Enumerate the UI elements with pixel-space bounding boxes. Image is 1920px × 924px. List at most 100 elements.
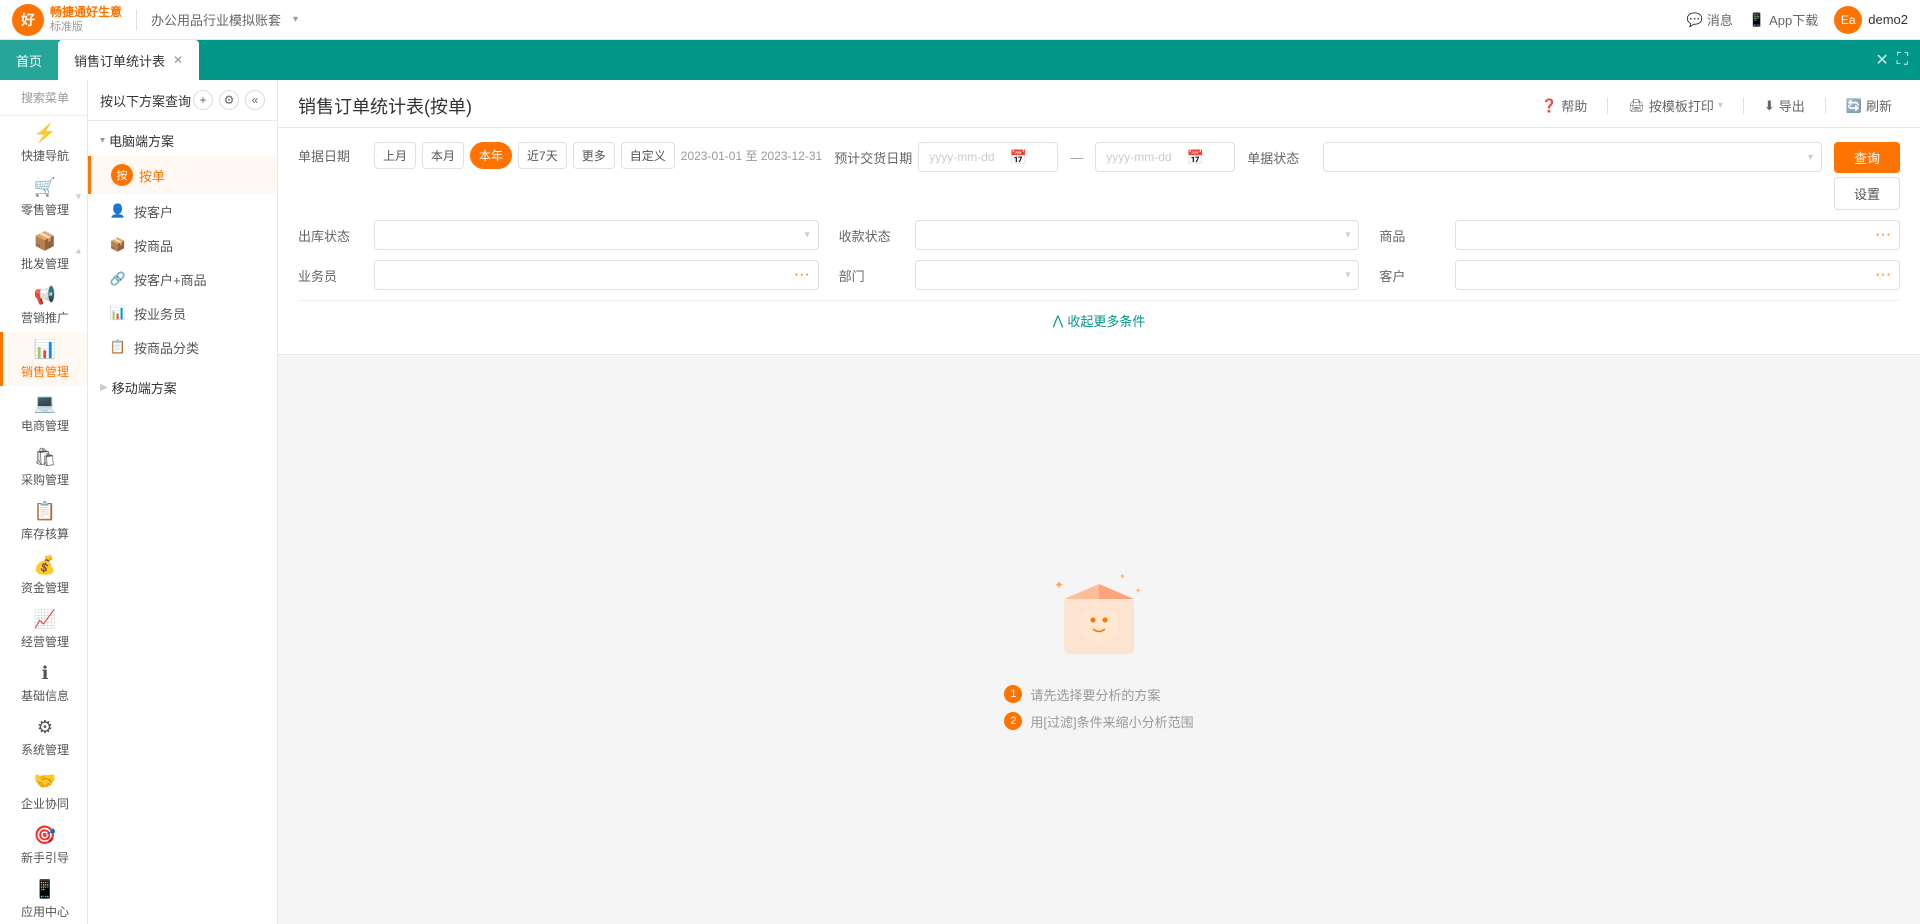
scheme-active-dot: 按 bbox=[111, 164, 133, 186]
customer-input[interactable]: ··· bbox=[1455, 260, 1900, 290]
date-btn-this-month[interactable]: 本月 bbox=[422, 142, 464, 169]
main-layout: 搜索菜单 ⚡ 快捷导航 🛒 零售管理 ▾ 📦 批发管理 ▴ 📢 营销推广 📊 销… bbox=[0, 80, 1920, 924]
customer-label: 客户 bbox=[1379, 266, 1449, 285]
empty-tip-1: 1 请先选择要分析的方案 bbox=[1004, 685, 1193, 704]
sidebar-item-operations[interactable]: 📈 经营管理 bbox=[0, 602, 87, 656]
newbie-icon: 🎯 bbox=[34, 825, 56, 846]
sidebar-item-wholesale[interactable]: 📦 批发管理 ▴ bbox=[0, 224, 87, 278]
scheme-item-by-customer-icon: 👤 bbox=[108, 201, 128, 221]
query-button[interactable]: 查询 bbox=[1834, 142, 1900, 173]
empty-svg-icon: ✦ ✦ ✦ bbox=[1039, 549, 1159, 669]
ship-status-label: 出库状态 bbox=[298, 226, 368, 245]
sidebar-sales-label: 销售管理 bbox=[21, 363, 69, 380]
scheme-item-by-salesperson[interactable]: 📊 按业务员 bbox=[88, 296, 277, 330]
salesperson-label: 业务员 bbox=[298, 266, 368, 285]
expected-date-start-placeholder: yyyy-mm-dd bbox=[929, 150, 1010, 164]
date-btn-custom[interactable]: 自定义 bbox=[621, 142, 675, 169]
brand-subtitle: 标准版 bbox=[50, 20, 122, 34]
wholesale-arrow-icon: ▴ bbox=[76, 246, 81, 257]
tab-home-label: 首页 bbox=[16, 51, 42, 70]
sidebar-item-appstore[interactable]: 📱 应用中心 bbox=[0, 872, 87, 924]
expected-date-start-input[interactable]: yyyy-mm-dd 📅 bbox=[918, 142, 1058, 172]
expected-date-end-input[interactable]: yyyy-mm-dd 📅 bbox=[1095, 142, 1235, 172]
product-dots-icon: ··· bbox=[1875, 226, 1891, 244]
scheme-add-button[interactable]: + bbox=[193, 90, 213, 110]
date-btn-7days[interactable]: 近7天 bbox=[518, 142, 567, 169]
scheme-item-by-order[interactable]: 按 按单 bbox=[88, 156, 277, 194]
template-print-button[interactable]: 🖨 按模板打印 ▾ bbox=[1620, 92, 1731, 119]
nav-sidebar: 搜索菜单 ⚡ 快捷导航 🛒 零售管理 ▾ 📦 批发管理 ▴ 📢 营销推广 📊 销… bbox=[0, 80, 88, 924]
top-bar-left: 好 畅捷通好生意 标准版 办公用品行业模拟账套 ▾ bbox=[12, 4, 298, 36]
help-button[interactable]: ❓ 帮助 bbox=[1533, 92, 1595, 119]
scheme-panel: 按以下方案查询 + ⚙ « ▾ 电脑端方案 按 按单 bbox=[88, 80, 278, 924]
sidebar-item-newbie[interactable]: 🎯 新手引导 bbox=[0, 818, 87, 872]
scheme-group-desktop-header[interactable]: ▾ 电脑端方案 bbox=[88, 125, 277, 156]
finance-icon: 💰 bbox=[34, 555, 56, 576]
refresh-button[interactable]: 🔄 刷新 bbox=[1838, 92, 1900, 119]
sidebar-item-basic[interactable]: ℹ 基础信息 bbox=[0, 656, 87, 710]
scheme-item-by-customer-product[interactable]: 🔗 按客户+商品 bbox=[88, 262, 277, 296]
sidebar-operations-label: 经营管理 bbox=[21, 633, 69, 650]
marketing-icon: 📢 bbox=[34, 285, 56, 306]
shortcut-icon: ⚡ bbox=[34, 123, 56, 144]
tab-close-icon[interactable]: ✕ bbox=[173, 53, 183, 67]
status-label: 单据状态 bbox=[1247, 148, 1317, 167]
sidebar-item-shortcut[interactable]: ⚡ 快捷导航 bbox=[0, 116, 87, 170]
app-title-dropdown-icon[interactable]: ▾ bbox=[293, 14, 298, 25]
sidebar-item-finance[interactable]: 💰 资金管理 bbox=[0, 548, 87, 602]
date-btn-more[interactable]: 更多 bbox=[573, 142, 615, 169]
scheme-group-desktop-label: 电脑端方案 bbox=[109, 131, 174, 150]
payment-status-group: 收款状态 ▾ bbox=[839, 220, 1360, 250]
sidebar-item-marketing[interactable]: 📢 营销推广 bbox=[0, 278, 87, 332]
settings-button[interactable]: 设置 bbox=[1834, 177, 1900, 210]
scheme-collapse-button[interactable]: « bbox=[245, 90, 265, 110]
date-range-dash: — bbox=[1064, 150, 1089, 165]
sidebar-item-sales[interactable]: 📊 销售管理 bbox=[0, 332, 87, 386]
calendar-start-icon: 📅 bbox=[1010, 149, 1027, 166]
main-content: 销售订单统计表(按单) ❓ 帮助 🖨 按模板打印 ▾ ⬇ bbox=[278, 80, 1920, 924]
sidebar-item-system[interactable]: ⚙ 系统管理 bbox=[0, 710, 87, 764]
salesperson-filter-group: 业务员 ··· bbox=[298, 260, 819, 290]
scheme-item-by-customer[interactable]: 👤 按客户 bbox=[88, 194, 277, 228]
user-profile[interactable]: Ea demo2 bbox=[1834, 6, 1908, 34]
date-btn-last-month[interactable]: 上月 bbox=[374, 142, 416, 169]
payment-status-select[interactable]: ▾ bbox=[915, 220, 1360, 250]
sidebar-inventory-label: 库存核算 bbox=[21, 525, 69, 542]
tip-num-2: 2 bbox=[1004, 712, 1022, 730]
tab-sales-order-stats[interactable]: 销售订单统计表 ✕ bbox=[58, 40, 199, 80]
collapse-more-conditions-button[interactable]: ⋀ 收起更多条件 bbox=[298, 305, 1900, 336]
sidebar-item-purchase[interactable]: 🛍 采购管理 bbox=[0, 440, 87, 494]
app-title: 办公用品行业模拟账套 bbox=[151, 10, 281, 29]
sidebar-item-ecommerce[interactable]: 💻 电商管理 bbox=[0, 386, 87, 440]
status-select[interactable]: ▾ bbox=[1323, 142, 1822, 172]
scheme-group-mobile-label: 移动端方案 bbox=[112, 378, 177, 397]
export-button[interactable]: ⬇ 导出 bbox=[1756, 92, 1813, 119]
sidebar-item-retail[interactable]: 🛒 零售管理 ▾ bbox=[0, 170, 87, 224]
sidebar-ecommerce-label: 电商管理 bbox=[21, 417, 69, 434]
message-button[interactable]: 💬 消息 bbox=[1687, 10, 1733, 29]
top-bar: 好 畅捷通好生意 标准版 办公用品行业模拟账套 ▾ 💬 消息 📱 App下载 E… bbox=[0, 0, 1920, 40]
department-arrow-icon: ▾ bbox=[1345, 270, 1350, 281]
tab-home[interactable]: 首页 bbox=[0, 40, 58, 80]
tab-bar-expand-icon[interactable]: ⛶ bbox=[1897, 51, 1908, 69]
scheme-settings-button[interactable]: ⚙ bbox=[219, 90, 239, 110]
salesperson-input[interactable]: ··· bbox=[374, 260, 819, 290]
basic-icon: ℹ bbox=[42, 663, 49, 684]
payment-status-label: 收款状态 bbox=[839, 226, 909, 245]
date-btn-this-year[interactable]: 本年 bbox=[470, 142, 512, 169]
department-select[interactable]: ▾ bbox=[915, 260, 1360, 290]
sidebar-item-enterprise[interactable]: 🤝 企业协同 bbox=[0, 764, 87, 818]
sidebar-item-search[interactable]: 搜索菜单 bbox=[0, 80, 87, 116]
product-input[interactable]: ··· bbox=[1455, 220, 1900, 250]
scheme-item-by-order-label: 按单 bbox=[139, 166, 165, 185]
ship-status-select[interactable]: ▾ bbox=[374, 220, 819, 250]
purchase-icon: 🛍 bbox=[34, 447, 57, 468]
tab-bar-close-icon[interactable]: ✕ bbox=[1875, 50, 1888, 70]
scheme-item-by-product[interactable]: 📦 按商品 bbox=[88, 228, 277, 262]
status-filter-group: 单据状态 ▾ bbox=[1247, 142, 1822, 172]
scheme-item-by-category[interactable]: 📋 按商品分类 bbox=[88, 330, 277, 364]
sidebar-item-inventory[interactable]: 📋 库存核算 bbox=[0, 494, 87, 548]
app-download-label: App下载 bbox=[1769, 10, 1818, 29]
app-download-button[interactable]: 📱 App下载 bbox=[1749, 10, 1818, 29]
scheme-group-mobile-header[interactable]: ▶ 移动端方案 bbox=[88, 372, 277, 403]
